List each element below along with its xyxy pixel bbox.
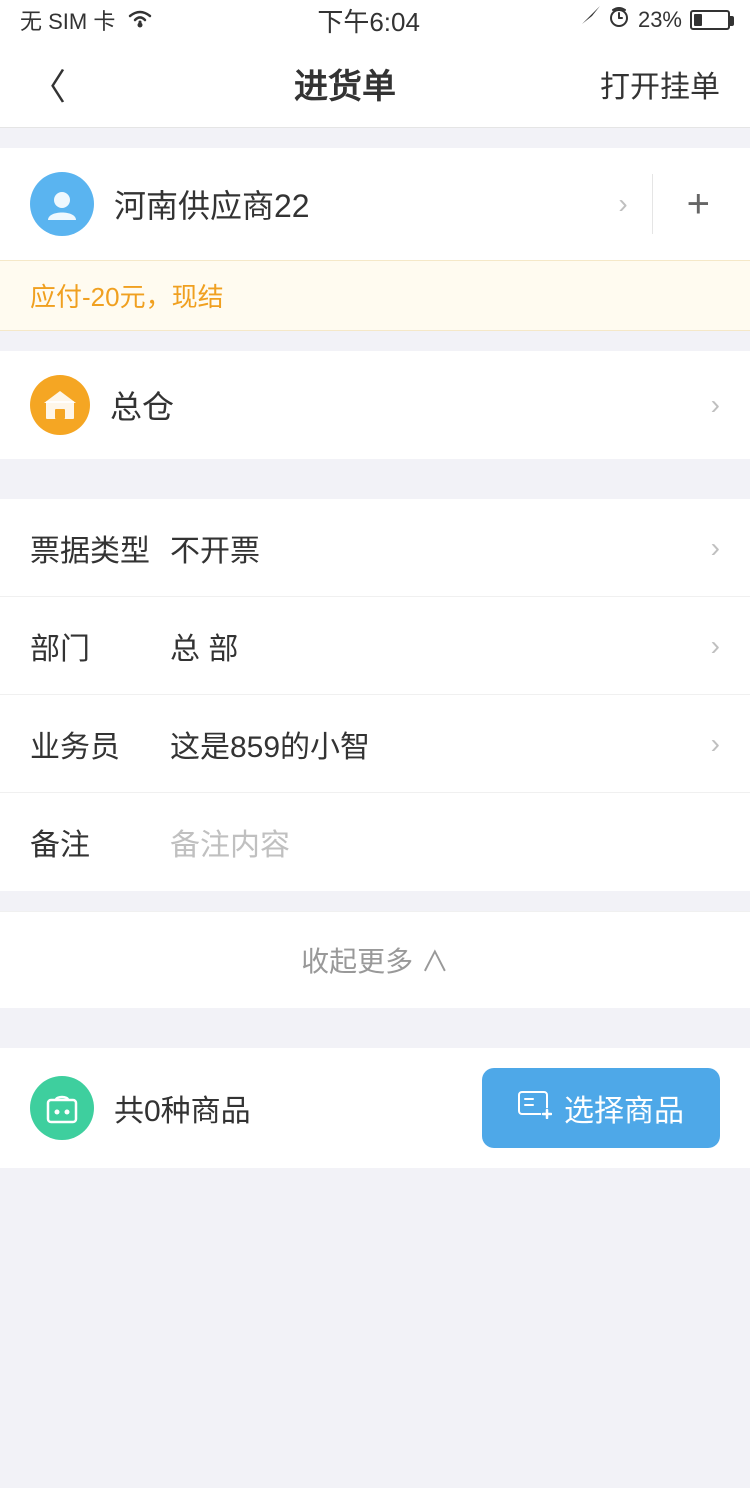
department-value: 总 部 (160, 624, 711, 668)
status-left: 无 SIM 卡 (20, 4, 155, 36)
vertical-divider (652, 174, 653, 234)
warehouse-name: 总仓 (110, 382, 711, 428)
location-icon (582, 6, 600, 34)
back-button[interactable]: 〈 (30, 58, 90, 110)
section-gap-2 (0, 331, 750, 351)
warehouse-chevron-icon: › (711, 389, 720, 421)
warehouse-row[interactable]: 总仓 › (0, 351, 750, 459)
bottom-bar: 共0种商品 选择商品 (0, 1048, 750, 1168)
section-gap-3 (0, 459, 750, 479)
invoice-type-row[interactable]: 票据类型 不开票 › (0, 499, 750, 597)
salesperson-row[interactable]: 业务员 这是859的小智 › (0, 695, 750, 793)
supplier-chevron-icon: › (618, 188, 627, 220)
collapse-row[interactable]: 收起更多 ∧ (0, 911, 750, 1008)
supplier-name: 河南供应商22 (114, 181, 618, 227)
department-label: 部门 (30, 624, 160, 668)
remark-row[interactable]: 备注 备注内容 (0, 793, 750, 891)
page-background (0, 1168, 750, 1488)
salesperson-value: 这是859的小智 (160, 722, 711, 766)
warehouse-section: 总仓 › (0, 351, 750, 459)
invoice-type-value: 不开票 (160, 526, 711, 570)
remark-label: 备注 (30, 820, 160, 864)
status-right: 23% (582, 6, 730, 34)
section-gap-4 (0, 1008, 750, 1028)
salesperson-label: 业务员 (30, 722, 160, 766)
select-product-icon (518, 1091, 552, 1126)
supplier-section: 河南供应商22 › + 应付-20元，现结 (0, 148, 750, 331)
select-product-label: 选择商品 (564, 1086, 684, 1130)
product-count: 共0种商品 (114, 1086, 482, 1130)
status-bar: 无 SIM 卡 下午6:04 23% (0, 0, 750, 40)
form-section: 票据类型 不开票 › 部门 总 部 › 业务员 这是859的小智 › 备注 备注… (0, 499, 750, 891)
battery-percent: 23% (638, 7, 682, 33)
department-chevron-icon: › (711, 630, 720, 662)
carrier-text: 无 SIM 卡 (20, 4, 115, 36)
section-gap-1 (0, 128, 750, 148)
remark-input[interactable]: 备注内容 (160, 820, 720, 864)
invoice-type-label: 票据类型 (30, 526, 160, 570)
alarm-icon (608, 6, 630, 34)
collapse-label: 收起更多 ∧ (301, 940, 449, 980)
salesperson-chevron-icon: › (711, 728, 720, 760)
nav-bar: 〈 进货单 打开挂单 (0, 40, 750, 128)
invoice-type-chevron-icon: › (711, 532, 720, 564)
product-icon-wrap (30, 1076, 94, 1140)
supplier-avatar (30, 172, 94, 236)
add-supplier-button[interactable]: + (677, 182, 720, 227)
supplier-row[interactable]: 河南供应商22 › + (0, 148, 750, 260)
warehouse-icon (30, 375, 90, 435)
notice-bar: 应付-20元，现结 (0, 260, 750, 331)
battery-icon (690, 10, 730, 30)
open-pending-button[interactable]: 打开挂单 (600, 62, 720, 106)
select-product-button[interactable]: 选择商品 (482, 1068, 720, 1148)
department-row[interactable]: 部门 总 部 › (0, 597, 750, 695)
wifi-icon (125, 6, 155, 34)
page-title: 进货单 (294, 59, 396, 108)
status-time: 下午6:04 (317, 2, 420, 39)
